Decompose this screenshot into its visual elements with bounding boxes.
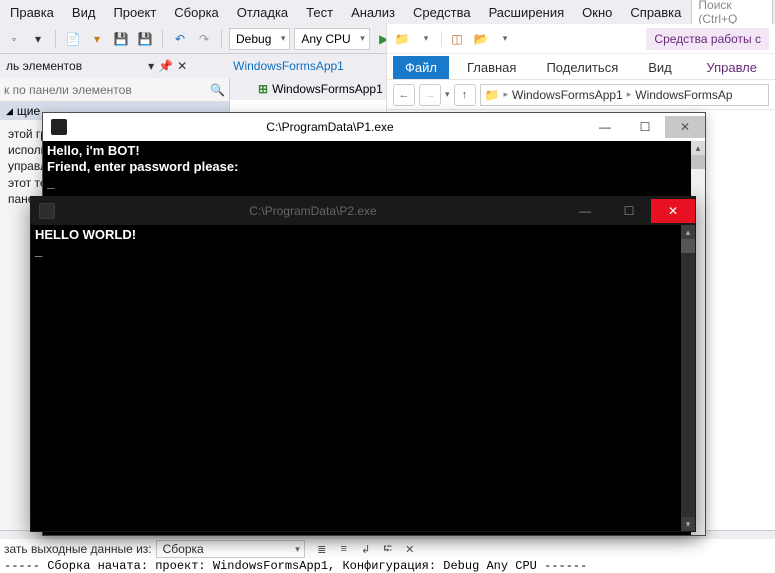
cursor: _: [35, 243, 42, 258]
scroll-thumb[interactable]: [681, 239, 695, 253]
clear-icon[interactable]: ≣: [313, 540, 331, 558]
folder-icon: 📁: [485, 88, 500, 102]
tab-share[interactable]: Поделиться: [534, 56, 630, 79]
crumb-1[interactable]: WindowsFormsApp1: [512, 88, 623, 102]
cursor: _: [47, 175, 54, 190]
app-icon: [39, 203, 55, 219]
save-icon[interactable]: 💾: [111, 29, 131, 49]
nav-forward-button[interactable]: →: [419, 84, 441, 106]
titlebar[interactable]: C:\ProgramData\P1.exe — ☐ ✕: [43, 113, 705, 141]
nav-fwd-icon[interactable]: ▾: [28, 29, 48, 49]
word-wrap-icon[interactable]: ↲: [357, 540, 375, 558]
menu-edit[interactable]: Правка: [2, 2, 62, 23]
scrollbar[interactable]: ▴ ▾: [681, 225, 695, 531]
find-icon[interactable]: ⮓: [379, 540, 397, 558]
tab-view[interactable]: Вид: [636, 56, 684, 79]
crumb-2[interactable]: WindowsFormsAp: [635, 88, 732, 102]
scroll-up-icon[interactable]: ▴: [681, 225, 695, 239]
folder-icon[interactable]: 📁: [393, 30, 411, 48]
nav-history-icon[interactable]: ▾: [445, 89, 450, 100]
save-all-icon[interactable]: 💾: [135, 29, 155, 49]
chevron-down-icon: ◢: [6, 106, 13, 117]
explorer-tools-label: Средства работы с: [646, 28, 769, 50]
qat-chevron-icon[interactable]: ▾: [496, 30, 514, 48]
menu-extensions[interactable]: Расширения: [481, 2, 573, 23]
output-source-label: зать выходные данные из:: [4, 542, 152, 556]
chevron-right-icon[interactable]: ▸: [503, 89, 508, 100]
open-icon[interactable]: ▾: [87, 29, 107, 49]
toolbox-title: ль элементов: [0, 59, 88, 73]
search-icon[interactable]: 🔍: [210, 83, 225, 97]
minimize-button[interactable]: —: [563, 199, 607, 223]
nav-up-button[interactable]: ↑: [454, 84, 476, 106]
doc-tab[interactable]: WindowsFormsApp1: [223, 56, 354, 77]
close-icon[interactable]: ✕: [177, 59, 187, 73]
close-button[interactable]: ✕: [665, 116, 705, 138]
tab-file[interactable]: Файл: [393, 56, 449, 79]
pin-icon[interactable]: 📌: [158, 59, 173, 73]
platform-combo[interactable]: Any CPU: [294, 28, 369, 50]
window-title: C:\ProgramData\P2.exe: [63, 204, 563, 218]
maximize-button[interactable]: ☐: [625, 116, 665, 138]
separator: [55, 30, 56, 48]
menu-analyze[interactable]: Анализ: [343, 2, 403, 23]
scroll-up-icon[interactable]: ▴: [691, 141, 705, 155]
terminal-output[interactable]: HELLO WORLD! _: [31, 225, 681, 531]
menu-test[interactable]: Тест: [298, 2, 341, 23]
nav-back-icon[interactable]: ◦: [4, 29, 24, 49]
menu-help[interactable]: Справка: [622, 2, 689, 23]
explorer-nav: ← → ▾ ↑ 📁 ▸ WindowsFormsApp1 ▸ WindowsFo…: [387, 80, 775, 110]
dropdown-icon[interactable]: ▾: [148, 59, 154, 73]
menu-debug[interactable]: Отладка: [229, 2, 296, 23]
address-bar[interactable]: 📁 ▸ WindowsFormsApp1 ▸ WindowsFormsAp: [480, 84, 769, 106]
toggle-icon[interactable]: ≡: [335, 540, 353, 558]
chevron-right-icon[interactable]: ▸: [627, 89, 632, 100]
output-toolbar: зать выходные данные из: Сборка ≣ ≡ ↲ ⮓ …: [0, 539, 775, 559]
window-title: C:\ProgramData\P1.exe: [75, 120, 585, 134]
explorer-qat: 📁 ▾ ◫ 📂 ▾ Средства работы с: [387, 24, 775, 54]
clear-all-icon[interactable]: ✕: [401, 540, 419, 558]
sub-doc-label[interactable]: WindowsFormsApp1: [272, 82, 383, 96]
scroll-thumb[interactable]: [691, 155, 705, 169]
output-source-combo[interactable]: Сборка: [156, 540, 305, 558]
separator: [441, 31, 442, 47]
tab-home[interactable]: Главная: [455, 56, 528, 79]
output-log-line: ----- Сборка начата: проект: WindowsForm…: [0, 559, 775, 573]
term-line: HELLO WORLD!: [35, 227, 136, 242]
undo-icon[interactable]: ↶: [170, 29, 190, 49]
separator: [221, 30, 222, 48]
explorer-ribbon-tabs: Файл Главная Поделиться Вид Управле: [387, 54, 775, 80]
open-folder-icon[interactable]: 📂: [472, 30, 490, 48]
console-window-p2[interactable]: C:\ProgramData\P2.exe — ☐ ✕ HELLO WORLD!…: [30, 196, 696, 532]
toolbox-group-label: щие: [17, 104, 40, 118]
nav-back-button[interactable]: ←: [393, 84, 415, 106]
csharp-file-icon: ⊞: [258, 82, 268, 96]
config-combo[interactable]: Debug: [229, 28, 290, 50]
maximize-button[interactable]: ☐: [607, 199, 651, 223]
separator: [162, 30, 163, 48]
menu-window[interactable]: Окно: [574, 2, 620, 23]
app-icon: [51, 119, 67, 135]
redo-icon[interactable]: ↷: [194, 29, 214, 49]
term-line: Hello, i'm BOT!: [47, 143, 140, 158]
close-button[interactable]: ✕: [651, 199, 695, 223]
toolbox-search-placeholder: к по панели элементов: [4, 83, 132, 97]
minimize-button[interactable]: —: [585, 116, 625, 138]
menu-view[interactable]: Вид: [64, 2, 104, 23]
menu-tools[interactable]: Средства: [405, 2, 479, 23]
properties-icon[interactable]: ◫: [448, 30, 466, 48]
qat-dropdown-icon[interactable]: ▾: [417, 30, 435, 48]
new-item-icon[interactable]: 📄: [63, 29, 83, 49]
menu-build[interactable]: Сборка: [166, 2, 227, 23]
vs-menu-bar: Правка Вид Проект Сборка Отладка Тест Ан…: [0, 0, 775, 24]
toolbox-search[interactable]: к по панели элементов 🔍: [0, 78, 229, 102]
scroll-down-icon[interactable]: ▾: [681, 517, 695, 531]
menu-project[interactable]: Проект: [105, 2, 164, 23]
term-line: Friend, enter password please:: [47, 159, 238, 174]
titlebar[interactable]: C:\ProgramData\P2.exe — ☐ ✕: [31, 197, 695, 225]
tab-manage[interactable]: Управле: [694, 56, 769, 79]
